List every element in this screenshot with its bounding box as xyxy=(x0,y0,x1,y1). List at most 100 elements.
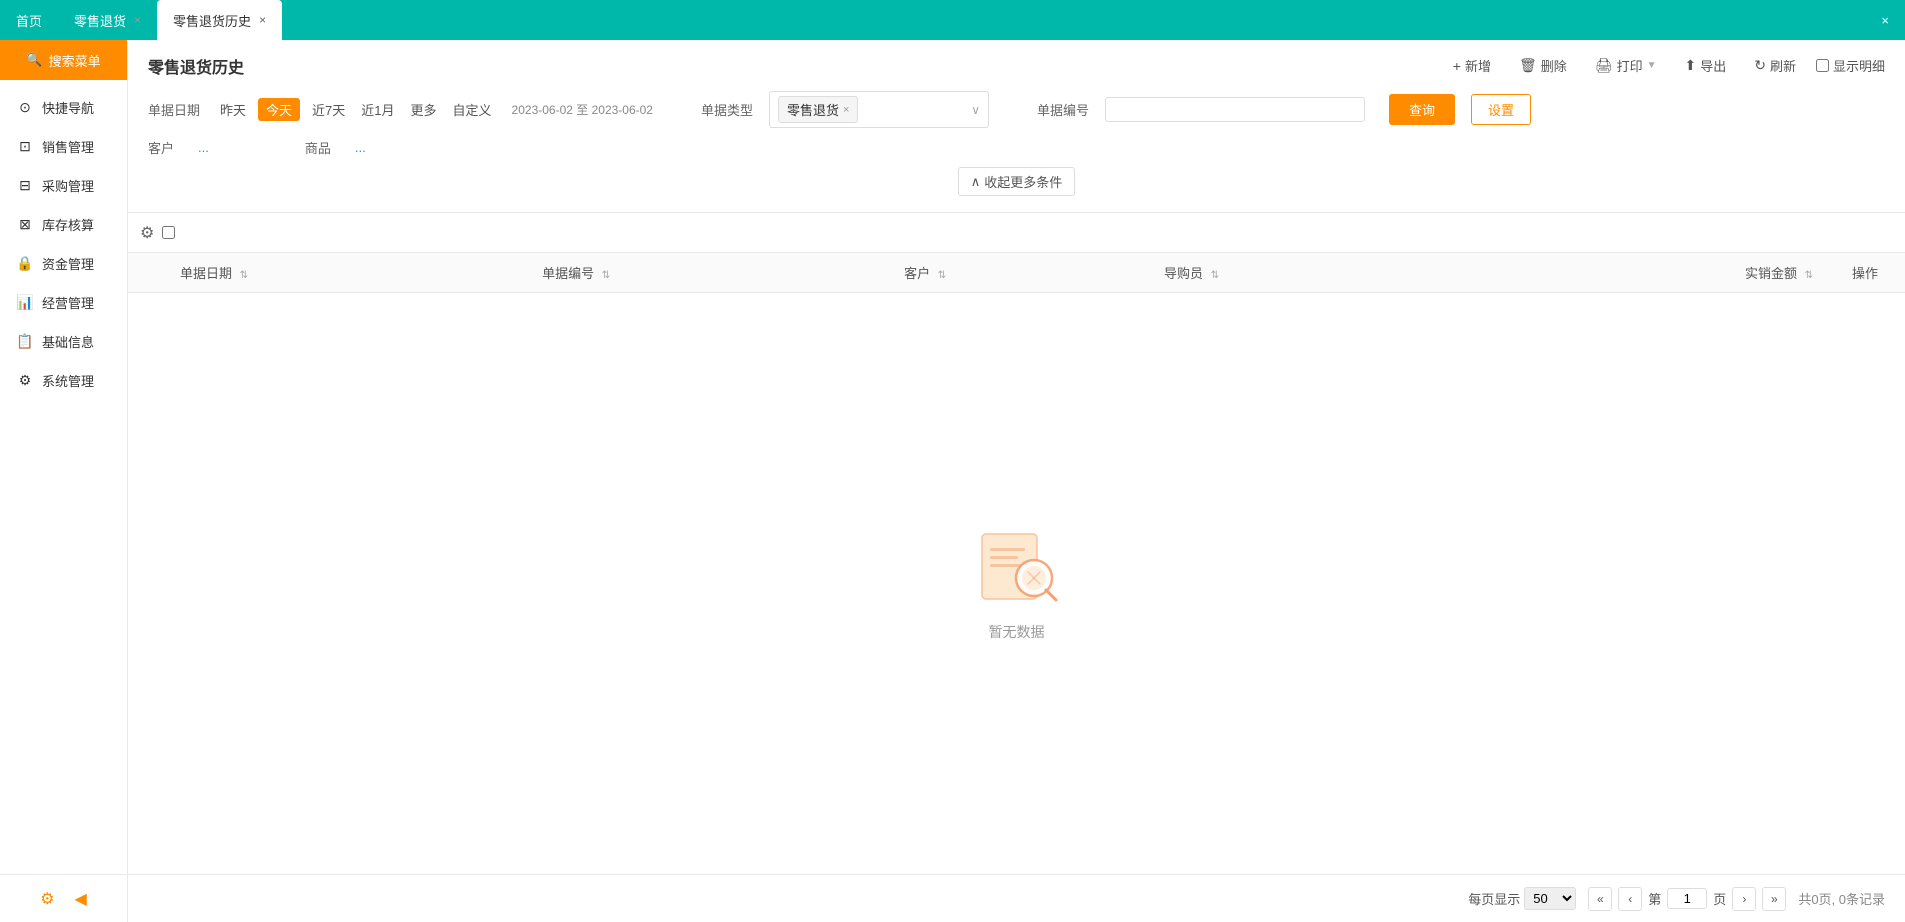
operations-icon: 📊 xyxy=(16,294,34,312)
sidebar-item-sales-mgmt[interactable]: ⊡ 销售管理 xyxy=(0,127,127,166)
sales-mgmt-icon: ⊡ xyxy=(16,138,34,156)
tab-retail-return-history-label: 零售退货历史 xyxy=(173,11,251,30)
add-icon: + xyxy=(1453,58,1461,74)
page-actions: + 新增 🗑 删除 🖨 打印 ▼ ⬆ 导出 xyxy=(1445,52,1885,79)
th-amount[interactable]: 实销金额 ⇅ xyxy=(1463,253,1825,293)
table-header: 单据日期 ⇅ 单据编号 ⇅ 客户 ⇅ 导购员 ⇅ xyxy=(128,253,1905,293)
th-code[interactable]: 单据编号 ⇅ xyxy=(530,253,892,293)
prev-page-btn[interactable]: ‹ xyxy=(1618,887,1642,911)
delete-icon: 🗑 xyxy=(1519,57,1537,74)
date-opt-more[interactable]: 更多 xyxy=(407,98,441,121)
settings-button[interactable]: 设置 xyxy=(1471,94,1531,125)
tab-retail-return-close[interactable]: × xyxy=(134,13,141,27)
type-tag-close[interactable]: × xyxy=(843,104,849,116)
sidebar-item-quick-nav-label: 快捷导航 xyxy=(42,98,94,117)
sidebar-item-finance[interactable]: 🔒 资金管理 xyxy=(0,244,127,283)
sidebar-item-inventory[interactable]: ⊠ 库存核算 xyxy=(0,205,127,244)
goods-select-btn[interactable]: ... xyxy=(355,140,366,155)
sidebar-item-basic-info[interactable]: 📋 基础信息 xyxy=(0,322,127,361)
refresh-button[interactable]: ↻ 刷新 xyxy=(1746,52,1804,79)
table-settings-icon[interactable]: ⚙ xyxy=(140,223,154,243)
last-page-btn[interactable]: » xyxy=(1762,887,1786,911)
date-opt-last1month[interactable]: 近1月 xyxy=(357,98,398,121)
th-guide[interactable]: 导购员 ⇅ xyxy=(1152,253,1463,293)
code-label: 单据编号 xyxy=(1037,100,1089,119)
empty-text: 暂无数据 xyxy=(989,622,1045,642)
quick-nav-icon: ⊙ xyxy=(16,99,34,117)
display-toggle: 显示明细 xyxy=(1816,56,1885,75)
th-customer[interactable]: 客户 ⇅ xyxy=(892,253,1152,293)
date-opt-custom[interactable]: 自定义 xyxy=(449,98,496,121)
first-page-btn[interactable]: « xyxy=(1588,887,1612,911)
type-select[interactable]: 零售退货 × ∨ xyxy=(769,91,989,128)
th-date[interactable]: 单据日期 ⇅ xyxy=(168,253,530,293)
page-input[interactable] xyxy=(1667,888,1707,909)
date-opt-today[interactable]: 今天 xyxy=(258,98,300,121)
sidebar-item-system-mgmt[interactable]: ⚙ 系统管理 xyxy=(0,361,127,400)
settings-bottom-icon[interactable]: ⚙ xyxy=(40,889,54,909)
table-container: ⚙ 单据日期 ⇅ 单据编号 ⇅ xyxy=(128,213,1905,874)
sidebar-item-quick-nav[interactable]: ⊙ 快捷导航 xyxy=(0,88,127,127)
display-toggle-checkbox[interactable] xyxy=(1816,59,1829,72)
sidebar-item-inventory-label: 库存核算 xyxy=(42,215,94,234)
page-size-dropdown[interactable]: 50 100 200 xyxy=(1524,887,1576,910)
filter-area: 单据日期 昨天 今天 近7天 近1月 更多 自定义 2023-06-02 至 2… xyxy=(148,91,1885,212)
add-button[interactable]: + 新增 xyxy=(1445,52,1499,79)
type-label: 单据类型 xyxy=(701,100,753,119)
print-dropdown-icon: ▼ xyxy=(1647,60,1657,71)
date-options: 昨天 今天 近7天 近1月 更多 自定义 xyxy=(216,98,496,121)
sidebar: 🔍 搜索菜单 ⊙ 快捷导航 ⊡ 销售管理 ⊟ 采购管理 ⊠ 库存核算 🔒 资金 xyxy=(0,40,128,922)
type-tag: 零售退货 × xyxy=(778,96,858,123)
collapse-up-icon: ∧ xyxy=(971,174,981,190)
content-area: 零售退货历史 + 新增 🗑 删除 🖨 打印 ▼ xyxy=(128,40,1905,922)
collapse-button[interactable]: ∧ 收起更多条件 xyxy=(958,167,1076,196)
purchase-mgmt-icon: ⊟ xyxy=(16,177,34,195)
sidebar-item-purchase-mgmt[interactable]: ⊟ 采购管理 xyxy=(0,166,127,205)
tab-home-label: 首页 xyxy=(16,11,42,30)
tab-retail-return[interactable]: 零售退货 × xyxy=(58,0,157,40)
export-button[interactable]: ⬆ 导出 xyxy=(1676,52,1734,79)
sidebar-item-operations[interactable]: 📊 经营管理 xyxy=(0,283,127,322)
tab-bar: 首页 零售退货 × 零售退货历史 × × xyxy=(0,0,1905,40)
export-label: 导出 xyxy=(1700,56,1726,75)
th-customer-label: 客户 xyxy=(904,266,930,281)
export-icon: ⬆ xyxy=(1684,57,1696,74)
tab-retail-return-history[interactable]: 零售退货历史 × xyxy=(157,0,282,40)
tab-retail-return-history-close[interactable]: × xyxy=(259,13,266,27)
sidebar-search[interactable]: 🔍 搜索菜单 xyxy=(0,40,127,80)
query-button[interactable]: 查询 xyxy=(1389,94,1455,125)
empty-icon xyxy=(972,526,1062,606)
customer-select-btn[interactable]: ... xyxy=(198,140,209,155)
sidebar-item-sales-mgmt-label: 销售管理 xyxy=(42,137,94,156)
tab-home[interactable]: 首页 xyxy=(0,0,58,40)
inventory-icon: ⊠ xyxy=(16,216,34,234)
select-all-checkbox[interactable] xyxy=(162,226,175,239)
th-customer-sort-icon: ⇅ xyxy=(938,270,946,281)
code-input[interactable] xyxy=(1105,97,1365,122)
collapse-sidebar-icon[interactable]: ◀ xyxy=(75,889,87,909)
table-toolbar: ⚙ xyxy=(128,213,1905,253)
print-label: 打印 xyxy=(1617,56,1643,75)
type-tag-group: 零售退货 × xyxy=(778,96,858,123)
date-opt-yesterday[interactable]: 昨天 xyxy=(216,98,250,121)
next-page-btn[interactable]: › xyxy=(1732,887,1756,911)
delete-button[interactable]: 🗑 删除 xyxy=(1511,52,1575,79)
th-guide-sort-icon: ⇅ xyxy=(1211,270,1219,281)
empty-state: 暂无数据 xyxy=(128,293,1905,874)
sidebar-nav: ⊙ 快捷导航 ⊡ 销售管理 ⊟ 采购管理 ⊠ 库存核算 🔒 资金管理 📊 经营管 xyxy=(0,80,127,874)
page-label-after: 页 xyxy=(1713,889,1726,908)
window-close-btn[interactable]: × xyxy=(1881,13,1905,28)
refresh-icon: ↻ xyxy=(1754,57,1766,74)
customer-label: 客户 xyxy=(148,138,174,157)
search-icon: 🔍 xyxy=(26,52,42,68)
date-range: 2023-06-02 至 2023-06-02 xyxy=(512,101,653,118)
th-date-sort-icon: ⇅ xyxy=(240,270,248,281)
date-label: 单据日期 xyxy=(148,100,200,119)
print-button[interactable]: 🖨 打印 ▼ xyxy=(1587,52,1665,79)
page-size-select: 每页显示 50 100 200 xyxy=(1468,887,1576,910)
page-size-label: 每页显示 xyxy=(1468,889,1520,908)
date-opt-last7days[interactable]: 近7天 xyxy=(308,98,349,121)
finance-icon: 🔒 xyxy=(16,255,34,273)
page-nav: « ‹ 第 页 › » xyxy=(1588,887,1786,911)
collapse-label: 收起更多条件 xyxy=(984,172,1062,191)
